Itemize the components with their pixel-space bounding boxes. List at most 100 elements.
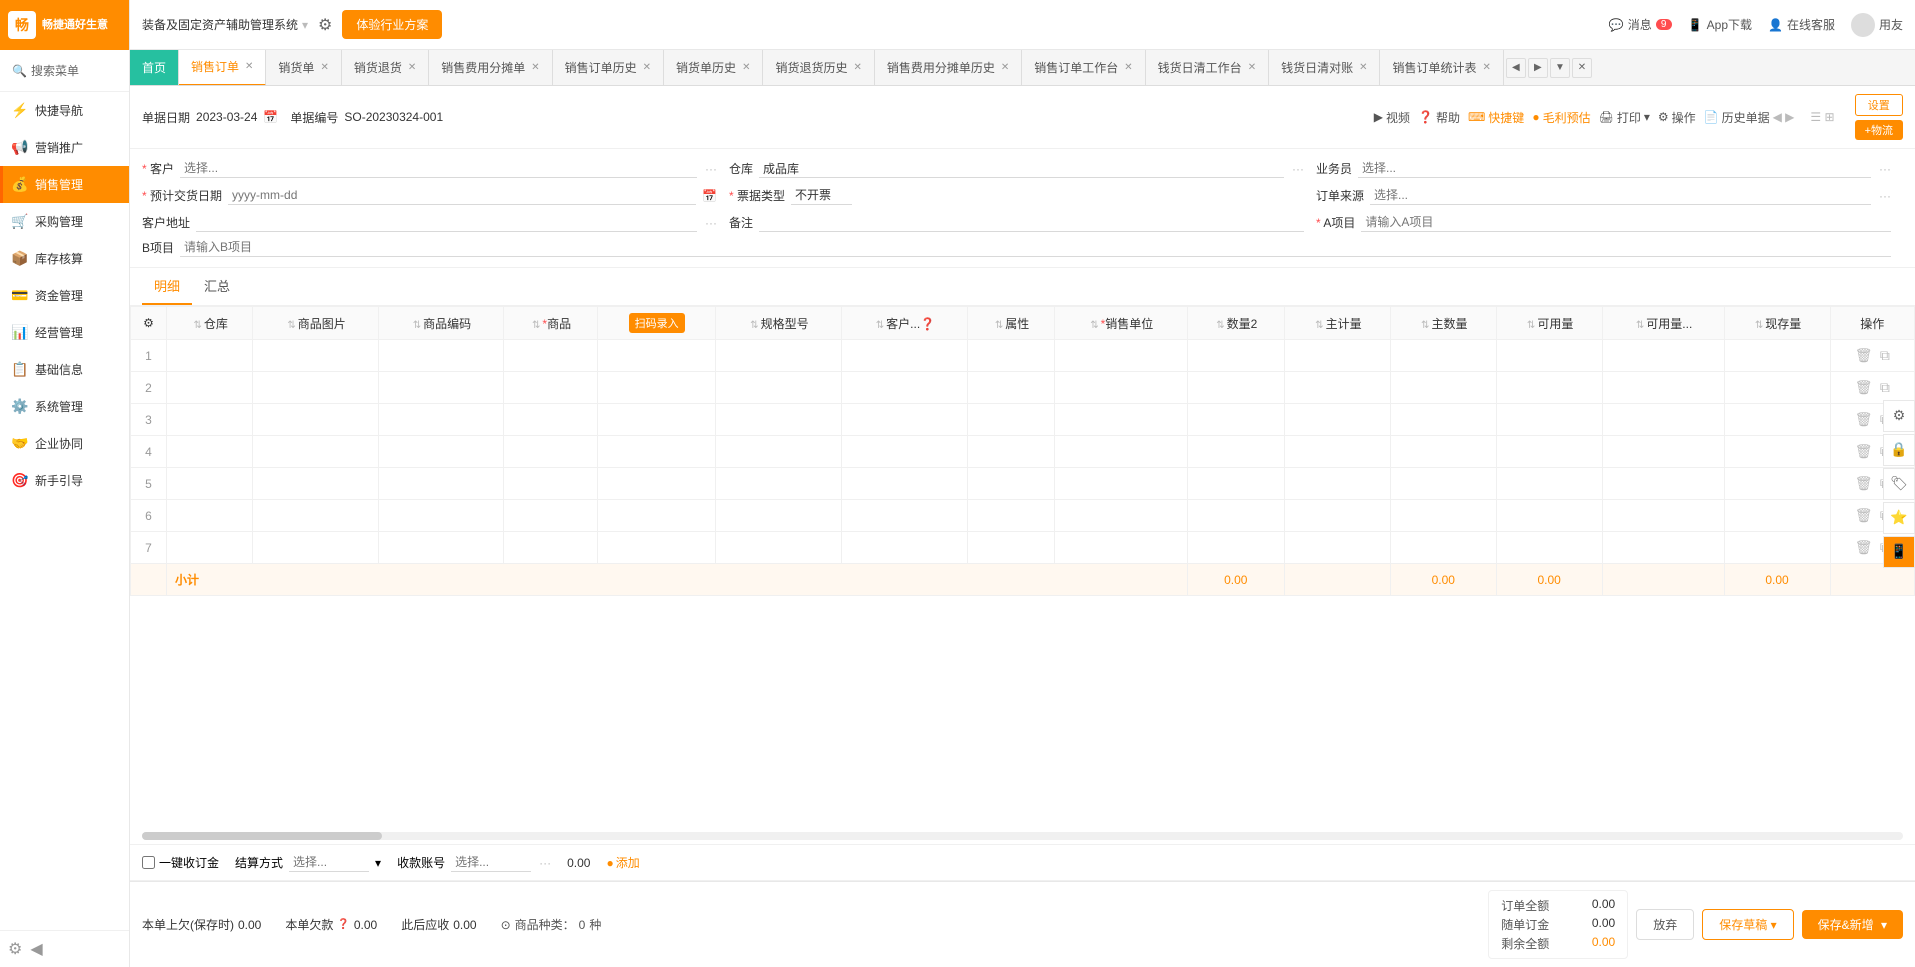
right-panel-star[interactable]: ⭐ xyxy=(1883,502,1915,534)
tab-close-icon[interactable]: ✕ xyxy=(1124,62,1132,73)
account-dots[interactable]: ··· xyxy=(539,856,551,870)
operations-action[interactable]: ⚙ 操作 xyxy=(1658,109,1696,126)
row-product[interactable] xyxy=(504,404,598,436)
row-sales-unit[interactable] xyxy=(1054,340,1187,372)
customer-input[interactable] xyxy=(180,159,697,178)
tab-next-btn[interactable]: ▶ xyxy=(1528,58,1548,78)
row-delete-btn[interactable]: 🗑 xyxy=(1855,379,1873,396)
tab-close-icon[interactable]: ✕ xyxy=(1248,62,1256,73)
tab-close-icon[interactable]: ✕ xyxy=(1483,62,1491,73)
right-panel-qr[interactable]: 📱 xyxy=(1883,536,1915,568)
row-delete-btn[interactable]: 🗑 xyxy=(1855,475,1873,492)
tab-expense-split[interactable]: 销售费用分摊单 ✕ xyxy=(429,50,552,86)
row-attributes[interactable] xyxy=(968,340,1054,372)
tab-close-icon[interactable]: ✕ xyxy=(742,62,750,73)
row-product-code[interactable] xyxy=(378,340,503,372)
tab-close-icon[interactable]: ✕ xyxy=(320,62,328,73)
tab-sales-return[interactable]: 销货退货 ✕ xyxy=(342,50,429,86)
invoice-select[interactable]: 不开票 xyxy=(791,186,852,205)
expected-date-input[interactable] xyxy=(228,186,696,205)
sidebar-item-system[interactable]: ⚙️ 系统管理 xyxy=(0,388,129,425)
shortcuts-action[interactable]: ⌨ 快捷键 xyxy=(1468,109,1524,126)
sidebar-item-sales[interactable]: 💰 销售管理 xyxy=(0,166,129,203)
row-qty2[interactable] xyxy=(1187,372,1284,404)
row-spec[interactable] xyxy=(716,372,841,404)
search-menu-button[interactable]: 🔍 搜索菜单 xyxy=(8,58,121,83)
tab-close-icon[interactable]: ✕ xyxy=(643,62,651,73)
tab-close-all-btn[interactable]: ✕ xyxy=(1572,58,1592,78)
tab-close-icon[interactable]: ✕ xyxy=(1359,62,1367,73)
row-product[interactable] xyxy=(504,372,598,404)
online-service-btn[interactable]: 👤 在线客服 xyxy=(1768,16,1835,33)
row-main-qty[interactable] xyxy=(1390,372,1496,404)
tab-invoice-history[interactable]: 销货单历史 ✕ xyxy=(664,50,763,86)
tab-sales-invoice[interactable]: 销货单 ✕ xyxy=(266,50,341,86)
customer-dots[interactable]: ··· xyxy=(705,162,717,176)
payment-input[interactable] xyxy=(289,853,369,872)
tab-more-btn[interactable]: ▼ xyxy=(1550,58,1570,78)
save-new-dropdown-icon[interactable]: ▾ xyxy=(1881,918,1887,932)
row-sales-unit[interactable] xyxy=(1054,404,1187,436)
settings-button[interactable]: 设置 xyxy=(1855,94,1903,116)
row-delete-btn[interactable]: 🗑 xyxy=(1855,443,1873,460)
calendar-icon[interactable]: 📅 xyxy=(263,110,278,124)
row-product-code[interactable] xyxy=(378,404,503,436)
sidebar-settings-btn[interactable]: ⚙ xyxy=(8,939,22,959)
app-download-btn[interactable]: 📱 App下载 xyxy=(1688,16,1752,33)
save-new-button[interactable]: 保存&新增 ▾ xyxy=(1802,910,1903,939)
row-product[interactable] xyxy=(504,340,598,372)
row-attributes[interactable] xyxy=(968,372,1054,404)
row-delete-btn[interactable]: 🗑 xyxy=(1855,539,1873,556)
warehouse-input[interactable] xyxy=(759,159,1284,178)
row-warehouse[interactable] xyxy=(167,372,253,404)
row-copy-btn[interactable]: ⧉ xyxy=(1880,379,1890,396)
scan-button[interactable]: 扫码录入 xyxy=(629,313,685,333)
topbar-settings-btn[interactable]: ⚙ xyxy=(318,15,332,35)
order-source-input[interactable] xyxy=(1370,186,1871,205)
help-action[interactable]: ❓ 帮助 xyxy=(1418,109,1460,126)
tab-close-icon[interactable]: ✕ xyxy=(853,62,861,73)
tab-close-icon[interactable]: ✕ xyxy=(245,61,253,72)
save-draft-button[interactable]: 保存草稿 ▾ xyxy=(1702,909,1793,940)
tab-close-icon[interactable]: ✕ xyxy=(1001,62,1009,73)
date-picker-icon[interactable]: 📅 xyxy=(702,189,717,203)
b-project-input[interactable] xyxy=(180,238,1891,257)
sidebar-item-guide[interactable]: 🎯 新手引导 xyxy=(0,462,129,499)
th-gear[interactable]: ⚙ xyxy=(131,307,167,340)
warehouse-dots[interactable]: ··· xyxy=(1292,162,1304,176)
sidebar-item-marketing[interactable]: 📢 营销推广 xyxy=(0,129,129,166)
row-attributes[interactable] xyxy=(968,404,1054,436)
th-scan[interactable]: 扫码录入 xyxy=(598,307,716,340)
sidebar-item-purchase[interactable]: 🛒 采购管理 xyxy=(0,203,129,240)
user-menu[interactable]: 用友 xyxy=(1851,13,1903,37)
tab-summary[interactable]: 汇总 xyxy=(192,268,242,305)
tab-sales-order[interactable]: 销售订单 ✕ xyxy=(179,50,266,86)
sidebar-item-finance[interactable]: 💳 资金管理 xyxy=(0,277,129,314)
row-warehouse[interactable] xyxy=(167,340,253,372)
tab-order-workbench[interactable]: 销售订单工作台 ✕ xyxy=(1022,50,1145,86)
address-dots[interactable]: ··· xyxy=(705,216,717,230)
account-input[interactable] xyxy=(451,853,531,872)
tab-prev-btn[interactable]: ◀ xyxy=(1506,58,1526,78)
row-sales-unit[interactable] xyxy=(1054,372,1187,404)
save-draft-dropdown-icon[interactable]: ▾ xyxy=(1771,918,1777,932)
sidebar-item-operation[interactable]: 📊 经营管理 xyxy=(0,314,129,351)
row-qty2[interactable] xyxy=(1187,340,1284,372)
sidebar-item-inventory[interactable]: 📦 库存核算 xyxy=(0,240,129,277)
history-action[interactable]: 📄 历史单据 ◀ ▶ xyxy=(1704,109,1795,126)
tab-stats[interactable]: 销售订单统计表 ✕ xyxy=(1380,50,1503,86)
tab-close-icon[interactable]: ✕ xyxy=(408,62,416,73)
row-warehouse[interactable] xyxy=(167,404,253,436)
scrollbar-thumb[interactable] xyxy=(142,832,382,840)
tab-daily-workbench[interactable]: 钱货日清工作台 ✕ xyxy=(1146,50,1269,86)
row-customer[interactable] xyxy=(841,404,968,436)
sidebar-collapse-btn[interactable]: ◀ xyxy=(30,939,42,959)
row-copy-btn[interactable]: ⧉ xyxy=(1880,347,1890,364)
right-panel-settings[interactable]: ⚙ xyxy=(1883,400,1915,432)
row-delete-btn[interactable]: 🗑 xyxy=(1855,347,1873,364)
remarks-input[interactable] xyxy=(759,213,1304,232)
tab-close-icon[interactable]: ✕ xyxy=(531,62,539,73)
solution-button[interactable]: 体验行业方案 xyxy=(342,10,442,39)
staff-input[interactable] xyxy=(1358,159,1871,178)
preview-action[interactable]: ▶ 视频 xyxy=(1374,109,1410,126)
